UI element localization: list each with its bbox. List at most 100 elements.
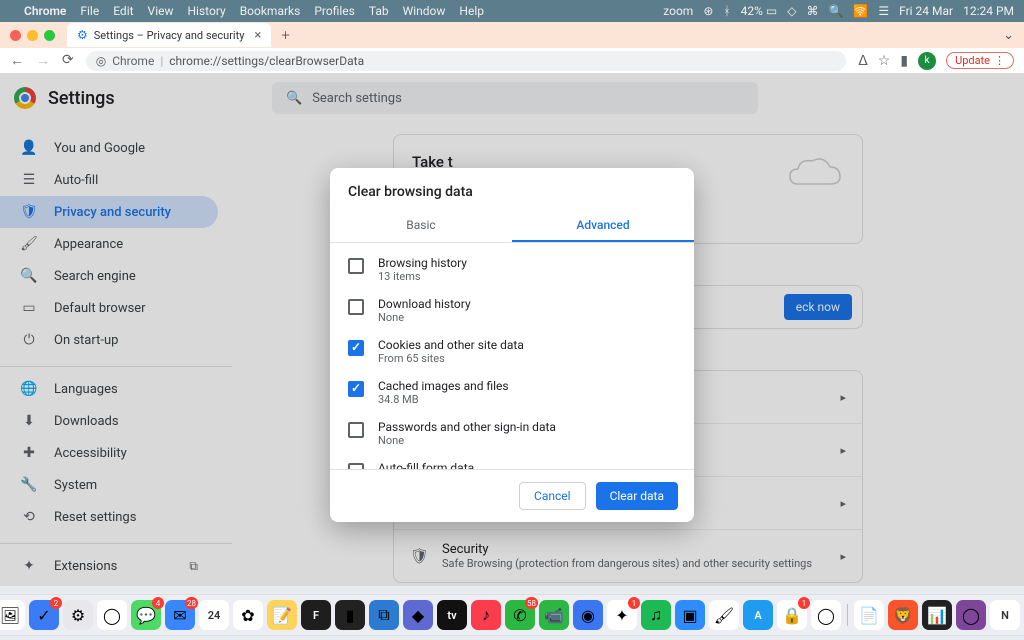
- row-title: Browsing history: [378, 256, 467, 270]
- row-subtitle: From 65 sites: [378, 352, 524, 365]
- tab-overflow[interactable]: ⌄: [1003, 28, 1014, 43]
- menu-window[interactable]: Window: [403, 4, 446, 18]
- menubar-time[interactable]: 12:24 PM: [963, 4, 1014, 18]
- dock-app-chrome[interactable]: ◯: [97, 600, 127, 630]
- row-title: Download history: [378, 297, 471, 311]
- dock-app-brave[interactable]: 🦁: [888, 600, 918, 630]
- dock-app-appstore[interactable]: A: [743, 600, 773, 630]
- profile-button[interactable]: k: [918, 52, 936, 70]
- menu-profiles[interactable]: Profiles: [314, 4, 355, 18]
- menu-help[interactable]: Help: [459, 4, 484, 18]
- cancel-button[interactable]: Cancel: [519, 482, 586, 510]
- wifi-icon[interactable]: 🛜: [853, 4, 868, 18]
- menu-bookmarks[interactable]: Bookmarks: [240, 4, 301, 18]
- dock-app-mail[interactable]: ✉28: [165, 600, 195, 630]
- dock-app-things[interactable]: ✓2: [29, 600, 59, 630]
- menu-tab[interactable]: Tab: [369, 4, 389, 18]
- dock-app-notes[interactable]: 📝: [267, 600, 297, 630]
- minimize-window[interactable]: [27, 30, 38, 41]
- dock-app-settings[interactable]: ⚙: [63, 600, 93, 630]
- dock-app-zoom[interactable]: ▣: [675, 600, 705, 630]
- spotlight-icon[interactable]: 🔍: [828, 4, 843, 18]
- app-menu[interactable]: Chrome: [24, 4, 66, 18]
- dock-app-linear[interactable]: ◆: [403, 600, 433, 630]
- tab-advanced[interactable]: Advanced: [512, 210, 694, 242]
- dock-app-appletv[interactable]: tv: [437, 600, 467, 630]
- checkbox[interactable]: [348, 299, 364, 315]
- dock-app-whatsapp[interactable]: ✆58: [505, 600, 535, 630]
- menu-edit[interactable]: Edit: [113, 4, 133, 18]
- dialog-row[interactable]: Cookies and other site dataFrom 65 sites: [330, 331, 694, 372]
- dock-app-figma[interactable]: F: [301, 600, 331, 630]
- dock: 😀▦◯🧭🖼✓2⚙◯💬4✉2824✿📝F▮⧉◆tv♪✆58📹◉✦1♫▣🖌A🔒1◯📄…: [0, 594, 1024, 636]
- dock-app-tor[interactable]: ◯: [956, 600, 986, 630]
- dock-app-signal[interactable]: ◉: [573, 600, 603, 630]
- control-center-icon[interactable]: ☰: [878, 4, 889, 18]
- dock-app-spotify[interactable]: ♫: [641, 600, 671, 630]
- dock-app-1password[interactable]: 🔒1: [777, 600, 807, 630]
- back-button[interactable]: ←: [10, 52, 24, 69]
- sidepanel-icon[interactable]: ▮: [900, 53, 908, 69]
- forward-button[interactable]: →: [36, 52, 50, 69]
- dock-app-photos[interactable]: ✿: [233, 600, 263, 630]
- raycast-icon[interactable]: ◇: [787, 4, 796, 18]
- row-title: Cookies and other site data: [378, 338, 524, 352]
- row-subtitle: 34.8 MB: [378, 393, 509, 406]
- dialog-row[interactable]: Browsing history13 items: [330, 249, 694, 290]
- dock-app-music[interactable]: ♪: [471, 600, 501, 630]
- row-subtitle: None: [378, 311, 471, 324]
- menu-view[interactable]: View: [148, 4, 174, 18]
- link-icon[interactable]: ⌘: [806, 4, 818, 18]
- badge: 58: [525, 597, 538, 609]
- dock-app-pages[interactable]: 📄: [854, 600, 884, 630]
- tab-strip: ⚙ Settings – Privacy and security × + ⌄: [0, 22, 1024, 48]
- dock-app-messages[interactable]: 💬4: [131, 600, 161, 630]
- dialog-row[interactable]: Passwords and other sign-in dataNone: [330, 413, 694, 454]
- dialog-row[interactable]: Download historyNone: [330, 290, 694, 331]
- chatgpt-icon[interactable]: ⊛: [703, 4, 713, 18]
- dock-area: 😀▦◯🧭🖼✓2⚙◯💬4✉2824✿📝F▮⧉◆tv♪✆58📹◉✦1♫▣🖌A🔒1◯📄…: [0, 586, 1024, 640]
- new-tab-button[interactable]: +: [281, 26, 289, 44]
- reload-button[interactable]: ⟳: [62, 52, 74, 69]
- clear-data-button[interactable]: Clear data: [596, 482, 678, 510]
- zoom-status[interactable]: zoom: [663, 4, 693, 18]
- fullscreen-window[interactable]: [44, 30, 55, 41]
- dock-app-chrome2[interactable]: ◯: [811, 600, 841, 630]
- row-subtitle: None: [378, 434, 556, 447]
- address-bar[interactable]: ◎ Chrome | chrome://settings/clearBrowse…: [86, 51, 846, 71]
- dock-app-facetime[interactable]: 📹: [539, 600, 569, 630]
- menubar-date[interactable]: Fri 24 Mar: [899, 4, 953, 18]
- checkbox[interactable]: [348, 381, 364, 397]
- share-icon[interactable]: ᐃ: [858, 53, 868, 69]
- dock-app-preview2[interactable]: 🖌: [709, 600, 739, 630]
- url-text: chrome://settings/clearBrowserData: [169, 54, 364, 68]
- bluetooth-icon[interactable]: ᚼ: [723, 4, 730, 18]
- dialog-row[interactable]: Auto-fill form data1 suggestion: [330, 454, 694, 469]
- checkbox[interactable]: [348, 463, 364, 469]
- dock-app-notion[interactable]: N: [990, 600, 1020, 630]
- checkbox[interactable]: [348, 258, 364, 274]
- badge: 1: [798, 597, 810, 609]
- checkbox[interactable]: [348, 422, 364, 438]
- settings-icon: ⚙: [77, 28, 88, 42]
- dock-app-calendar[interactable]: 24: [199, 600, 229, 630]
- tab-basic[interactable]: Basic: [330, 210, 512, 242]
- badge: 2: [50, 597, 62, 609]
- close-window[interactable]: [10, 30, 21, 41]
- close-tab[interactable]: ×: [254, 28, 261, 43]
- update-button[interactable]: Update ⋮: [946, 52, 1014, 69]
- url-label: Chrome: [112, 54, 154, 68]
- dock-app-terminal[interactable]: ▮: [335, 600, 365, 630]
- battery-status[interactable]: 42% ▭: [741, 4, 778, 18]
- browser-tab-active[interactable]: ⚙ Settings – Privacy and security ×: [67, 23, 271, 47]
- dock-app-vscode[interactable]: ⧉: [369, 600, 399, 630]
- mac-menubar: Chrome File Edit View History Bookmarks …: [0, 0, 1024, 22]
- dock-app-preview[interactable]: 🖼: [0, 600, 25, 630]
- dialog-row[interactable]: Cached images and files34.8 MB: [330, 372, 694, 413]
- dock-app-slack[interactable]: ✦1: [607, 600, 637, 630]
- bookmark-icon[interactable]: ☆: [878, 53, 891, 69]
- menu-file[interactable]: File: [80, 4, 99, 18]
- menu-history[interactable]: History: [188, 4, 226, 18]
- dock-app-activity[interactable]: 📊: [922, 600, 952, 630]
- checkbox[interactable]: [348, 340, 364, 356]
